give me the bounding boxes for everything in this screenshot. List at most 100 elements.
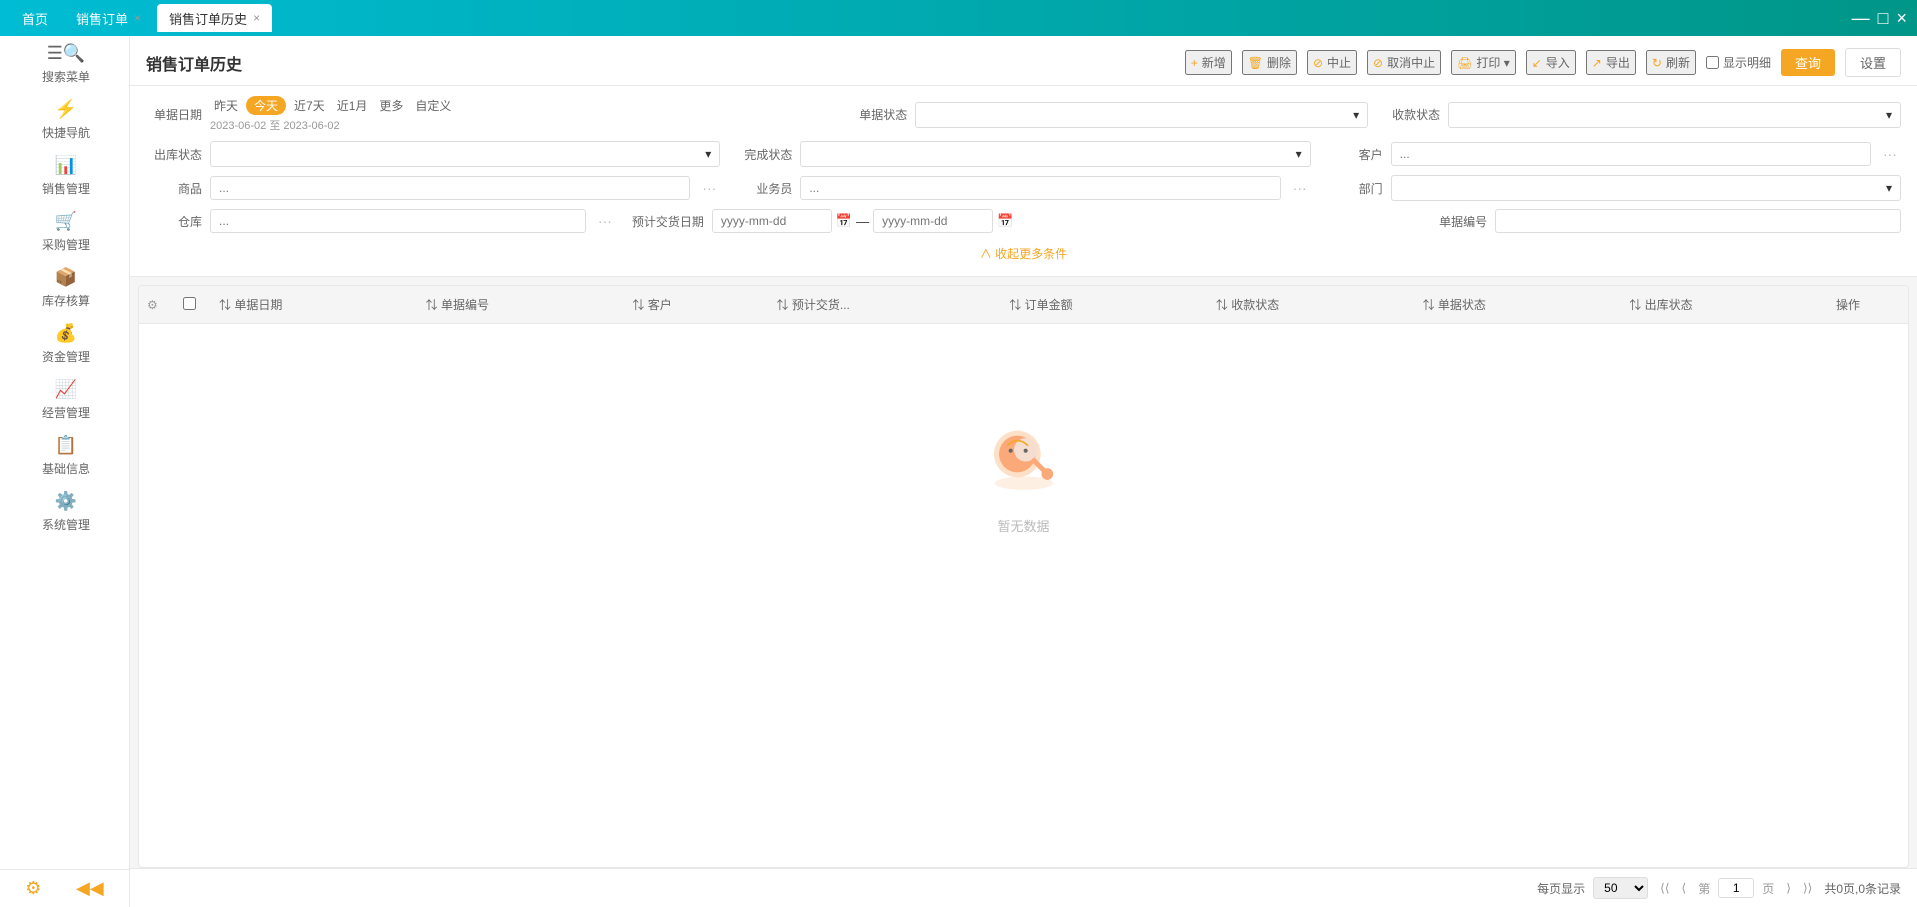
sidebar-search-menu-label: 搜索菜单: [42, 68, 90, 85]
date-label: 单据日期: [146, 106, 202, 123]
date-range-text: 2023-06-02 至 2023-06-02: [210, 117, 835, 133]
shortcut-7days[interactable]: 近7天: [290, 96, 329, 115]
select-all-checkbox[interactable]: [183, 297, 196, 310]
operations-icon: 📈: [55, 379, 77, 400]
first-page-btn[interactable]: ⟨⟨: [1656, 879, 1673, 897]
customer-more-icon[interactable]: ···: [1879, 146, 1901, 162]
date-separator: —: [856, 214, 869, 229]
close-sales-order-tab[interactable]: ×: [134, 11, 141, 25]
filter-doc-status: 单据状态 ▾: [851, 102, 1368, 128]
customer-input[interactable]: [1391, 142, 1871, 166]
collapse-filter[interactable]: ∧ 收起更多条件: [146, 241, 1901, 266]
inventory-icon: 📦: [55, 267, 77, 288]
display-detail-input[interactable]: [1706, 56, 1719, 69]
shortcut-custom[interactable]: 自定义: [411, 96, 455, 115]
import-icon: ↙: [1532, 56, 1542, 70]
filter-warehouse: 仓库 ···: [146, 209, 616, 233]
last-page-btn[interactable]: ⟩⟩: [1799, 879, 1816, 897]
sidebar-item-inventory[interactable]: 📦 库存核算: [0, 260, 129, 316]
sidebar-sales-mgmt-label: 销售管理: [42, 180, 90, 197]
sidebar-operations-label: 经营管理: [42, 404, 90, 421]
print-button[interactable]: 🖨 打印 ▾: [1451, 50, 1516, 75]
shortcut-1month[interactable]: 近1月: [333, 96, 372, 115]
filter-order-num: 单据编号: [1431, 209, 1901, 233]
quick-nav-icon: ⚡: [55, 99, 77, 120]
table-wrapper: ⚙ ⇅ 单据日期 ⇅ 单据编号: [139, 286, 1908, 615]
per-page-select[interactable]: 50 10 20 100: [1593, 877, 1648, 899]
tab-sales-order-history[interactable]: 销售订单历史 ×: [157, 4, 272, 32]
close-history-tab[interactable]: ×: [253, 11, 260, 25]
settings-button[interactable]: 设置: [1845, 48, 1901, 77]
maximize-icon[interactable]: □: [1878, 8, 1889, 29]
delete-button[interactable]: 🗑 删除: [1242, 50, 1297, 75]
sidebar-item-operations[interactable]: 📈 经营管理: [0, 372, 129, 428]
sidebar-collapse-icon[interactable]: ◀◀: [76, 878, 104, 899]
search-menu-icon: ☰🔍: [47, 43, 86, 64]
sidebar-item-search-menu[interactable]: ☰🔍 搜索菜单: [0, 36, 129, 92]
outbound-select[interactable]: ▾: [210, 141, 720, 167]
cancel-stop-icon: ⊘: [1373, 56, 1383, 70]
order-num-label: 单据编号: [1431, 213, 1487, 230]
calendar-from-icon[interactable]: 📅: [836, 213, 852, 229]
order-num-input[interactable]: [1495, 209, 1901, 233]
export-button[interactable]: ↗ 导出: [1586, 50, 1636, 75]
sidebar-sys-mgmt-label: 系统管理: [42, 516, 90, 533]
stop-icon: ⊘: [1313, 56, 1323, 70]
shortcut-yesterday[interactable]: 昨天: [210, 96, 242, 115]
salesman-input[interactable]: [800, 176, 1280, 200]
query-button[interactable]: 查询: [1781, 49, 1835, 76]
total-info: 共0页,0条记录: [1824, 880, 1901, 897]
warehouse-more-icon[interactable]: ···: [594, 213, 616, 229]
goods-input[interactable]: [210, 176, 690, 200]
complete-label: 完成状态: [736, 146, 792, 163]
import-button[interactable]: ↙ 导入: [1526, 50, 1576, 75]
delivery-date-from[interactable]: [712, 209, 832, 233]
empty-illustration: [974, 404, 1074, 504]
sidebar-item-sys-mgmt[interactable]: ⚙️ 系统管理: [0, 484, 129, 540]
delivery-date-to[interactable]: [873, 209, 993, 233]
complete-select[interactable]: ▾: [800, 141, 1310, 167]
sidebar-item-purchase-mgmt[interactable]: 🛒 采购管理: [0, 204, 129, 260]
tab-sales-order[interactable]: 销售订单 ×: [64, 4, 153, 32]
goods-more-icon[interactable]: ···: [698, 180, 720, 196]
sidebar-settings-icon[interactable]: ⚙: [25, 878, 41, 899]
receipt-status-select[interactable]: ▾: [1448, 102, 1901, 128]
print-icon: 🖨: [1457, 56, 1472, 70]
tab-home-label: 首页: [22, 9, 48, 28]
col-settings: ⚙: [139, 286, 175, 324]
page-label: 页: [1758, 878, 1778, 899]
sidebar-item-sales-mgmt[interactable]: 📊 销售管理: [0, 148, 129, 204]
warehouse-input[interactable]: [210, 209, 586, 233]
empty-state: 暂无数据: [139, 324, 1908, 615]
new-icon: +: [1191, 56, 1198, 70]
next-page-btn[interactable]: ⟩: [1782, 879, 1795, 897]
shortcut-today[interactable]: 今天: [246, 96, 286, 115]
sidebar-purchase-mgmt-label: 采购管理: [42, 236, 90, 253]
col-date: ⇅ 单据日期: [211, 286, 418, 324]
dept-select[interactable]: ▾: [1391, 175, 1901, 201]
filter-customer: 客户 ···: [1327, 142, 1901, 166]
empty-text: 暂无数据: [997, 516, 1049, 535]
sidebar-item-finance[interactable]: 💰 资金管理: [0, 316, 129, 372]
sidebar-basic-info-label: 基础信息: [42, 460, 90, 477]
table-settings-icon[interactable]: ⚙: [147, 298, 158, 312]
page-input[interactable]: [1718, 878, 1754, 898]
display-detail-checkbox[interactable]: 显示明细: [1706, 54, 1771, 71]
doc-status-select[interactable]: ▾: [915, 102, 1368, 128]
shortcut-more[interactable]: 更多: [375, 96, 407, 115]
sidebar-item-basic-info[interactable]: 📋 基础信息: [0, 428, 129, 484]
tab-home[interactable]: 首页: [10, 4, 60, 32]
stop-button[interactable]: ⊘ 中止: [1307, 50, 1357, 75]
minimize-icon[interactable]: —: [1852, 8, 1870, 29]
cancel-stop-button[interactable]: ⊘ 取消中止: [1367, 50, 1441, 75]
calendar-to-icon[interactable]: 📅: [997, 213, 1013, 229]
filter-salesman: 业务员 ···: [736, 176, 1310, 200]
sidebar-item-quick-nav[interactable]: ⚡ 快捷导航: [0, 92, 129, 148]
toolbar: + 新增 🗑 删除 ⊘ 中止 ⊘ 取消中止 🖨 打印 ▾: [1185, 48, 1901, 77]
new-button[interactable]: + 新增: [1185, 50, 1232, 75]
close-app-icon[interactable]: ×: [1896, 8, 1907, 29]
salesman-more-icon[interactable]: ···: [1289, 180, 1311, 196]
filter-dept: 部门 ▾: [1327, 175, 1901, 201]
refresh-button[interactable]: ↻ 刷新: [1646, 50, 1696, 75]
prev-page-btn[interactable]: ⟨: [1678, 879, 1691, 897]
